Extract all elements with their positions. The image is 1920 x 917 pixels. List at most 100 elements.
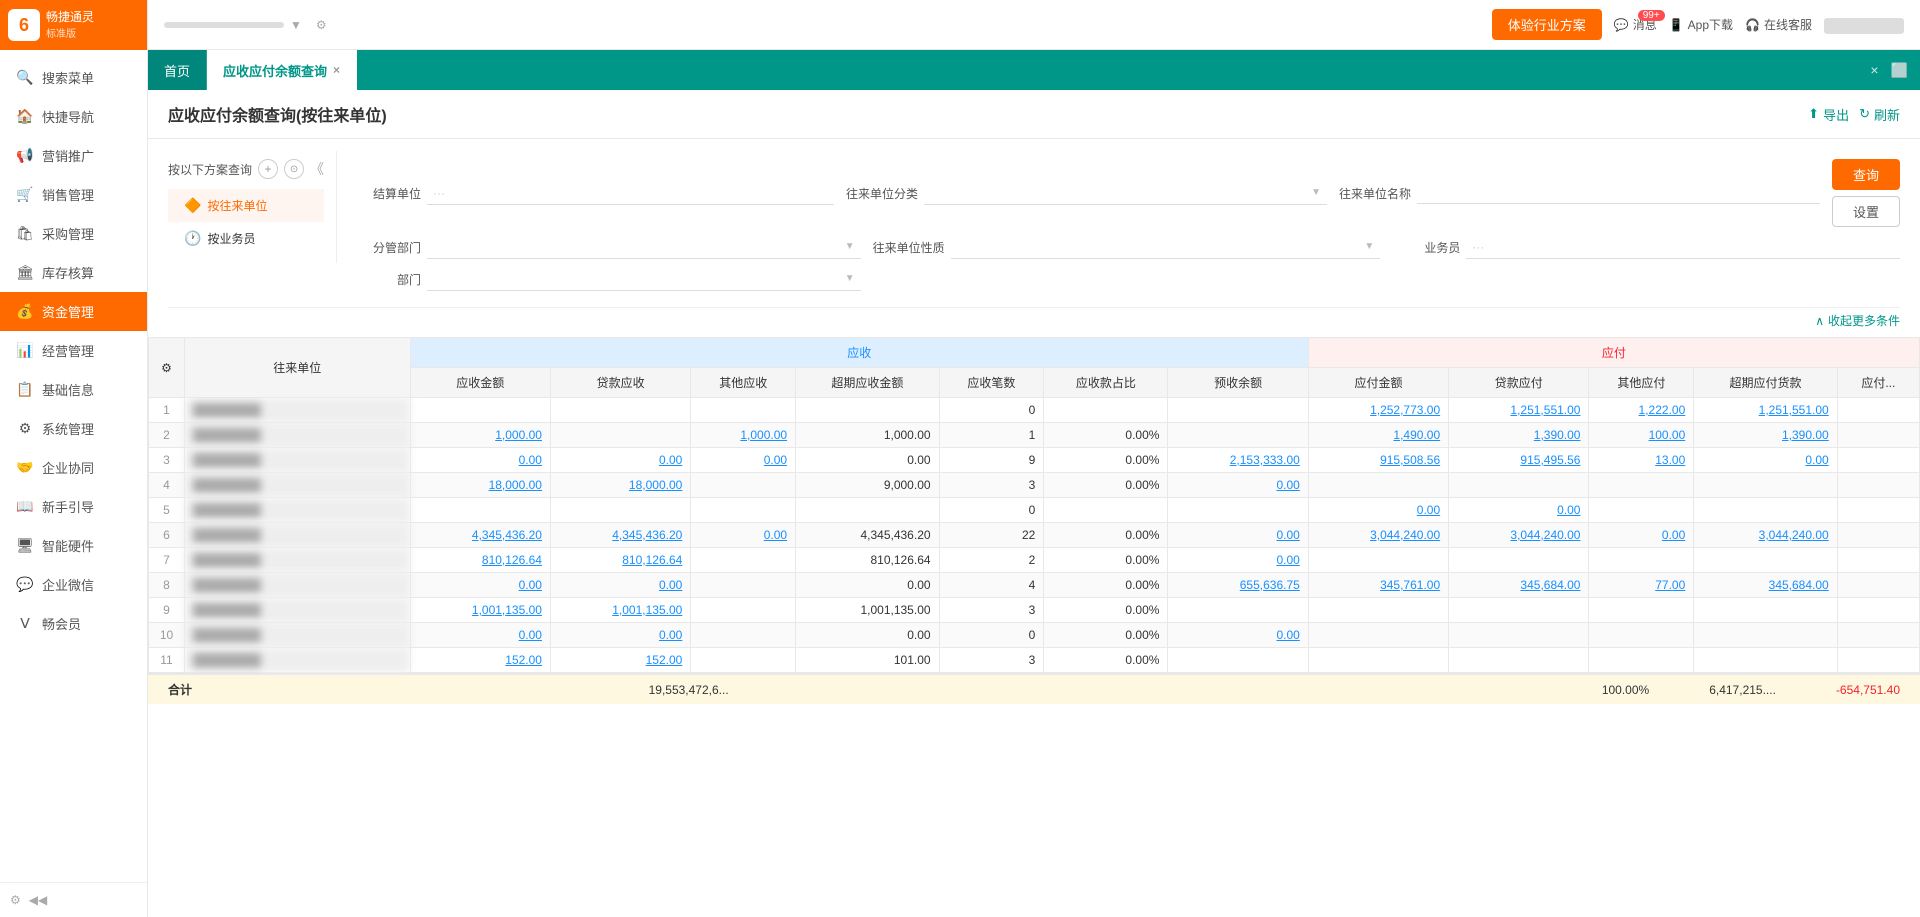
sidebar-item-guide[interactable]: 📖 新手引导 <box>0 487 147 526</box>
other-pay[interactable]: 1,222.00 <box>1589 398 1694 423</box>
partner-name-input[interactable] <box>1417 183 1820 204</box>
overdue-pay[interactable]: 0.00 <box>1694 448 1837 473</box>
other-recv[interactable]: 0.00 <box>691 523 796 548</box>
sidebar-item-inventory[interactable]: 🏛 库存核算 <box>0 253 147 292</box>
loan-pay[interactable]: 345,684.00 <box>1449 573 1589 598</box>
scheme-collapse-btn[interactable]: 《 <box>310 159 324 179</box>
app-download-btn[interactable]: 📱 App下载 <box>1669 16 1733 33</box>
sidebar-item-enterprise[interactable]: 🤝 企业协同 <box>0 448 147 487</box>
settlement-unit-select[interactable]: ··· <box>427 181 834 205</box>
overdue-pay[interactable]: 1,390.00 <box>1694 423 1837 448</box>
partner-category-select[interactable]: ▼ <box>924 181 1327 205</box>
loan-recv[interactable]: 1,001,135.00 <box>550 598 690 623</box>
pay-amount[interactable]: 915,508.56 <box>1308 448 1448 473</box>
table-container[interactable]: ⚙ 往来单位 应收 应付 应收金额 贷款应收 <box>148 337 1920 917</box>
partner-nature-select[interactable]: ▼ <box>951 235 1381 259</box>
pay-amount[interactable]: 0.00 <box>1308 498 1448 523</box>
overdue-pay[interactable]: 345,684.00 <box>1694 573 1837 598</box>
prepaid[interactable]: 0.00 <box>1168 548 1308 573</box>
sidebar-item-purchase[interactable]: 🛍 采购管理 <box>0 214 147 253</box>
tab-home[interactable]: 首页 <box>148 50 207 90</box>
other-pay[interactable]: 77.00 <box>1589 573 1694 598</box>
loan-pay[interactable]: 1,390.00 <box>1449 423 1589 448</box>
department-select[interactable]: ▼ <box>427 267 861 291</box>
overdue-pay[interactable]: 3,044,240.00 <box>1694 523 1837 548</box>
loan-recv[interactable]: 0.00 <box>550 448 690 473</box>
topbar-dropdown-icon[interactable]: ▼ <box>290 18 302 32</box>
collapse-more-btn[interactable]: ∧ 收起更多条件 <box>1815 312 1900 329</box>
prepaid[interactable]: 0.00 <box>1168 523 1308 548</box>
refresh-btn[interactable]: ↻ 刷新 <box>1859 105 1900 124</box>
sidebar-item-nav[interactable]: 🏠 快捷导航 <box>0 97 147 136</box>
scheme-item-partner[interactable]: 🔶 按往来单位 <box>168 189 324 222</box>
recv-amount[interactable]: 0.00 <box>410 623 550 648</box>
pay-amount[interactable]: 1,252,773.00 <box>1308 398 1448 423</box>
loan-recv[interactable]: 152.00 <box>550 648 690 673</box>
sidebar-item-finance[interactable]: 💰 资金管理 <box>0 292 147 331</box>
prepaid[interactable]: 2,153,333.00 <box>1168 448 1308 473</box>
export-btn[interactable]: ⬆ 导出 <box>1808 105 1849 124</box>
other-recv[interactable]: 1,000.00 <box>691 423 796 448</box>
recv-amount[interactable]: 4,345,436.20 <box>410 523 550 548</box>
other-pay[interactable]: 13.00 <box>1589 448 1694 473</box>
sidebar-item-marketing[interactable]: 📢 营销推广 <box>0 136 147 175</box>
loan-recv[interactable]: 4,345,436.20 <box>550 523 690 548</box>
search-icon: 🔍 <box>16 69 34 86</box>
basic-icon: 📋 <box>16 381 34 398</box>
other-recv[interactable]: 0.00 <box>691 448 796 473</box>
sidebar-collapse-icon[interactable]: ◀◀ <box>29 893 47 907</box>
other-pay[interactable]: 100.00 <box>1589 423 1694 448</box>
row-name: ████████ <box>185 623 411 648</box>
loan-recv[interactable]: 0.00 <box>550 573 690 598</box>
window-close-btn[interactable]: × <box>1870 62 1878 78</box>
loan-recv[interactable]: 810,126.64 <box>550 548 690 573</box>
prepaid[interactable]: 655,636.75 <box>1168 573 1308 598</box>
industry-btn[interactable]: 体验行业方案 <box>1492 9 1602 40</box>
sidebar-item-wechat[interactable]: 💬 企业微信 <box>0 565 147 604</box>
recv-amount[interactable]: 1,000.00 <box>410 423 550 448</box>
messages-btn[interactable]: 💬 消息 99+ <box>1614 16 1657 33</box>
recv-amount[interactable]: 1,001,135.00 <box>410 598 550 623</box>
salesperson-select[interactable]: ··· <box>1466 235 1900 259</box>
service-btn[interactable]: 🎧 在线客服 <box>1745 16 1812 33</box>
prepaid[interactable]: 0.00 <box>1168 623 1308 648</box>
loan-pay[interactable]: 915,495.56 <box>1449 448 1589 473</box>
scheme-item-staff[interactable]: 🕐 按业务员 <box>168 222 324 255</box>
recv-amount[interactable]: 0.00 <box>410 448 550 473</box>
sidebar-item-operation[interactable]: 📊 经营管理 <box>0 331 147 370</box>
setting-btn[interactable]: 设置 <box>1832 196 1900 227</box>
recv-amount[interactable]: 0.00 <box>410 573 550 598</box>
add-scheme-btn[interactable]: + <box>258 159 278 179</box>
query-btn[interactable]: 查询 <box>1832 159 1900 190</box>
pay-amount[interactable]: 1,490.00 <box>1308 423 1448 448</box>
scheme-settings-btn[interactable]: ⊙ <box>284 159 304 179</box>
tab-active[interactable]: 应收应付余额查询 × <box>207 50 357 90</box>
loan-pay[interactable]: 1,251,551.00 <box>1449 398 1589 423</box>
tab-close-btn[interactable]: × <box>333 63 340 77</box>
sidebar-item-sales[interactable]: 🛒 销售管理 <box>0 175 147 214</box>
sidebar-item-search[interactable]: 🔍 搜索菜单 <box>0 58 147 97</box>
dept-manager-select[interactable]: ▼ <box>427 235 861 259</box>
loan-pay[interactable]: 0.00 <box>1449 498 1589 523</box>
loan-pay[interactable]: 3,044,240.00 <box>1449 523 1589 548</box>
sidebar-item-system[interactable]: ⚙ 系统管理 <box>0 409 147 448</box>
prepaid[interactable]: 0.00 <box>1168 473 1308 498</box>
sidebar-item-basic[interactable]: 📋 基础信息 <box>0 370 147 409</box>
dept-chevron: ▼ <box>845 241 855 252</box>
loan-recv[interactable]: 18,000.00 <box>550 473 690 498</box>
sidebar-item-hardware[interactable]: 🖥 智能硬件 <box>0 526 147 565</box>
service-icon: 🎧 <box>1745 18 1760 32</box>
loan-recv[interactable]: 0.00 <box>550 623 690 648</box>
window-maximize-btn[interactable]: ⬜ <box>1891 62 1908 79</box>
recv-amount[interactable]: 18,000.00 <box>410 473 550 498</box>
settings-col-header[interactable]: ⚙ <box>149 338 185 398</box>
sidebar-item-member[interactable]: Ⅴ 畅会员 <box>0 604 147 643</box>
pay-amount[interactable]: 3,044,240.00 <box>1308 523 1448 548</box>
pay-amount[interactable]: 345,761.00 <box>1308 573 1448 598</box>
overdue-pay[interactable]: 1,251,551.00 <box>1694 398 1837 423</box>
topbar-gear-icon[interactable]: ⚙ <box>316 18 327 32</box>
other-pay[interactable]: 0.00 <box>1589 523 1694 548</box>
sidebar-settings-icon[interactable]: ⚙ <box>10 893 21 907</box>
recv-amount[interactable]: 810,126.64 <box>410 548 550 573</box>
recv-amount[interactable]: 152.00 <box>410 648 550 673</box>
